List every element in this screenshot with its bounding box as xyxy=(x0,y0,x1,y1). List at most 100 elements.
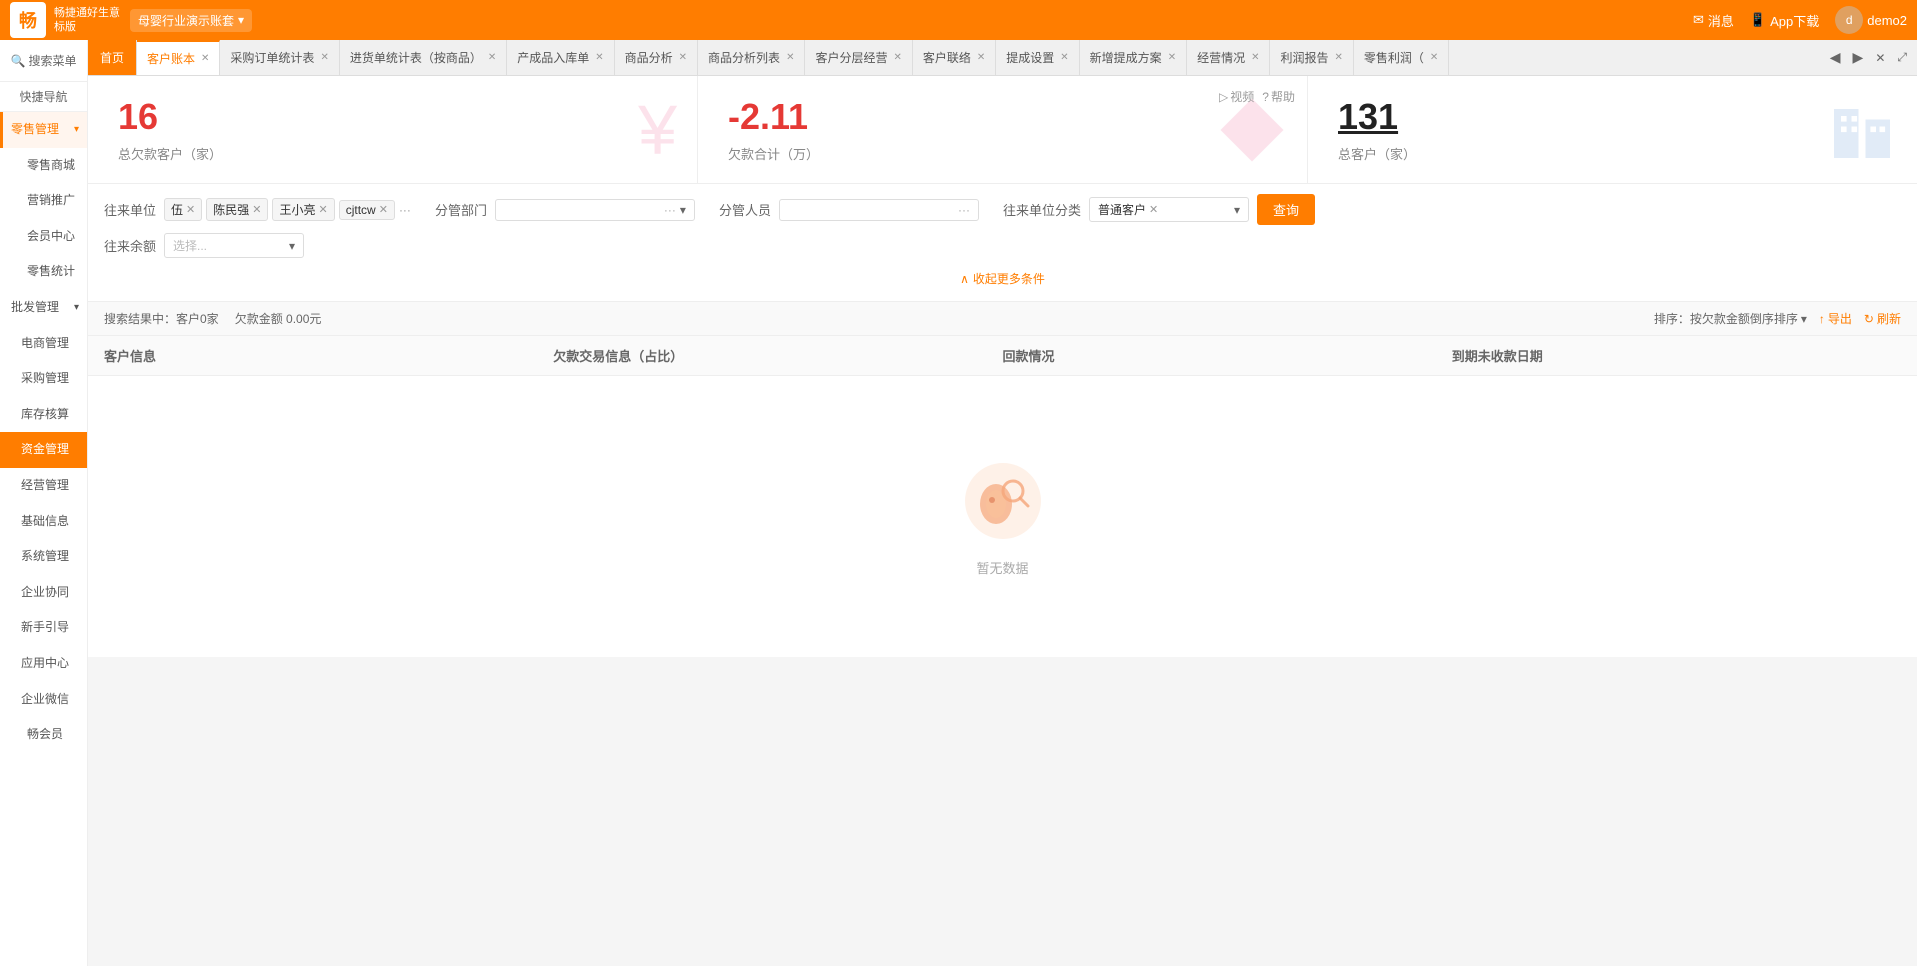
sidebar-item-app-center[interactable]: 应用中心 xyxy=(0,646,87,682)
results-actions: 排序：按欠款金额倒序排序 ▾ ↑ 导出 ↻ 刷新 xyxy=(1654,310,1901,327)
sidebar-item-marketing[interactable]: 营销推广 xyxy=(0,183,87,219)
tab-close-product-analysis[interactable]: ✕ xyxy=(679,52,687,63)
category-filter-select[interactable]: 普通客户 ✕ ▾ xyxy=(1089,197,1249,222)
tab-close-ops-situation[interactable]: ✕ xyxy=(1251,52,1259,63)
tab-close-purchase-stats-by-product[interactable]: ✕ xyxy=(488,52,496,63)
sort-select[interactable]: 排序：按欠款金额倒序排序 ▾ xyxy=(1654,310,1807,327)
tab-product-purchase-entry[interactable]: 产成品入库单 ✕ xyxy=(507,40,614,76)
sidebar-item-ops-mgmt[interactable]: 经营管理 xyxy=(0,468,87,504)
sidebar-item-member-center[interactable]: 会员中心 xyxy=(0,219,87,255)
tab-reminder-settings[interactable]: 提成设置 ✕ xyxy=(996,40,1079,76)
sidebar-item-enterprise-coop[interactable]: 企业协同 xyxy=(0,575,87,611)
search-query-btn[interactable]: 查询 xyxy=(1257,194,1315,225)
tab-close-all-btn[interactable]: ✕ xyxy=(1871,49,1889,67)
sidebar-item-retail-stats[interactable]: 零售统计 xyxy=(0,254,87,290)
sidebar-item-enterprise-wechat[interactable]: 企业微信 xyxy=(0,682,87,718)
th-customer: 客户信息 xyxy=(104,346,553,365)
stat-icon-credit: ¥ xyxy=(638,90,677,170)
dept-more-icon: ··· xyxy=(664,203,676,217)
sidebar-item-ecommerce-mgmt[interactable]: 电商管理 xyxy=(0,326,87,362)
video-link[interactable]: ▷ 视频 xyxy=(1219,88,1254,105)
tab-next-btn[interactable]: ▶ xyxy=(1849,47,1868,68)
tab-arrows: ◀ ▶ ✕ ⤢ xyxy=(1820,47,1917,68)
unit-tag-wang: 王小亮 ✕ xyxy=(272,198,334,221)
chevron-down-icon: ▾ xyxy=(238,13,244,27)
filter-row-1: 往来单位 伍 ✕ 陈民强 ✕ 王小亮 xyxy=(104,194,1901,225)
unit-tags-more[interactable]: ··· xyxy=(399,203,411,217)
tab-profit-report[interactable]: 利润报告 ✕ xyxy=(1270,40,1353,76)
collapse-icon: ∧ xyxy=(960,272,969,286)
content-area: 首页 客户账本 ✕ 采购订单统计表 ✕ 进货单统计表（按商品） ✕ 产成品入库单… xyxy=(88,40,1917,966)
person-filter-label: 分管人员 xyxy=(719,200,771,219)
stat-label-credit-amount: 欠款合计（万） xyxy=(728,144,1277,163)
refresh-btn[interactable]: ↻ 刷新 xyxy=(1864,310,1901,327)
tab-close-customer-segment[interactable]: ✕ xyxy=(893,52,901,63)
tab-customer-capital[interactable]: 客户账本 ✕ xyxy=(137,40,220,76)
sidebar-item-retail-mall[interactable]: 零售商城 xyxy=(0,148,87,184)
message-btn[interactable]: ✉ 消息 xyxy=(1693,11,1734,30)
tab-product-analysis[interactable]: 商品分析 ✕ xyxy=(615,40,698,76)
tab-close-new-reminder-plan[interactable]: ✕ xyxy=(1168,52,1176,63)
stat-icon-diamond xyxy=(1217,95,1287,165)
tab-home[interactable]: 首页 xyxy=(88,40,137,76)
balance-filter-select[interactable]: 选择... ▾ xyxy=(164,233,304,258)
tab-close-profit-report[interactable]: ✕ xyxy=(1335,52,1343,63)
app-download-btn[interactable]: 📱 App下载 xyxy=(1750,11,1819,30)
tab-close-retail-profit[interactable]: ✕ xyxy=(1430,52,1438,63)
sidebar-item-wholesale-mgmt[interactable]: 批发管理 ▾ xyxy=(0,290,87,326)
table-header: 客户信息 欠款交易信息（占比） 回款情况 到期未收款日期 xyxy=(88,336,1917,376)
results-bar: 搜索结果中：客户0家 欠款金额 0.00元 排序：按欠款金额倒序排序 ▾ ↑ 导… xyxy=(88,302,1917,336)
filter-collapse-btn[interactable]: ∧ 收起更多条件 xyxy=(104,266,1901,291)
sidebar-item-inventory[interactable]: 库存核算 xyxy=(0,397,87,433)
sidebar-item-capital-mgmt[interactable]: 资金管理 xyxy=(0,432,87,468)
tab-fullscreen-btn[interactable]: ⤢ xyxy=(1893,48,1911,67)
stat-card-total-customers: 131 总客户（家） xyxy=(1308,76,1917,183)
sidebar-item-basic-info[interactable]: 基础信息 xyxy=(0,504,87,540)
tab-ops-situation[interactable]: 经营情况 ✕ xyxy=(1187,40,1270,76)
tab-product-analysis-list[interactable]: 商品分析列表 ✕ xyxy=(698,40,805,76)
unit-tag-cjttcw-close[interactable]: ✕ xyxy=(379,203,388,216)
tab-purchase-stats-by-product[interactable]: 进货单统计表（按商品） ✕ xyxy=(340,40,507,76)
tab-close-customer-contact[interactable]: ✕ xyxy=(977,52,985,63)
help-link-btn[interactable]: ? 帮助 xyxy=(1262,88,1295,105)
sidebar-item-system-mgmt[interactable]: 系统管理 xyxy=(0,539,87,575)
results-info: 搜索结果中：客户0家 欠款金额 0.00元 xyxy=(104,310,321,327)
tab-close-purchase-order-stats[interactable]: ✕ xyxy=(320,52,328,63)
category-filter-label: 往来单位分类 xyxy=(1003,200,1081,219)
tab-customer-contact[interactable]: 客户联络 ✕ xyxy=(913,40,996,76)
tab-prev-btn[interactable]: ◀ xyxy=(1826,47,1845,68)
search-menu-btn[interactable]: 🔍 搜索菜单 xyxy=(6,48,81,73)
category-tag-close[interactable]: ✕ xyxy=(1149,203,1158,216)
balance-filter-label: 往来余额 xyxy=(104,236,156,255)
person-filter-select[interactable]: ··· xyxy=(779,199,979,221)
sidebar-item-vip-member[interactable]: 畅会员 xyxy=(0,717,87,753)
tab-purchase-order-stats[interactable]: 采购订单统计表 ✕ xyxy=(220,40,339,76)
message-icon: ✉ xyxy=(1693,12,1704,28)
tab-close-customer-capital[interactable]: ✕ xyxy=(201,53,209,64)
refresh-icon: ↻ xyxy=(1864,312,1874,326)
tab-close-reminder-settings[interactable]: ✕ xyxy=(1060,52,1068,63)
tab-close-product-purchase-entry[interactable]: ✕ xyxy=(595,52,603,63)
chevron-down-icon: ▾ xyxy=(680,203,686,217)
sidebar-item-retail-mgmt[interactable]: 零售管理 ▾ xyxy=(0,112,87,148)
sidebar-item-purchase-mgmt[interactable]: 采购管理 xyxy=(0,361,87,397)
store-selector[interactable]: 母婴行业演示账套 ▾ xyxy=(130,9,252,32)
tab-new-reminder-plan[interactable]: 新增提成方案 ✕ xyxy=(1080,40,1187,76)
unit-tag-cjttcw: cjttcw ✕ xyxy=(339,200,395,220)
export-btn[interactable]: ↑ 导出 xyxy=(1819,310,1852,327)
user-menu[interactable]: d demo2 xyxy=(1835,6,1907,34)
sidebar-item-quick-nav[interactable]: 快捷导航 xyxy=(0,82,87,112)
unit-tag-wang-close[interactable]: ✕ xyxy=(319,203,328,216)
tab-close-product-analysis-list[interactable]: ✕ xyxy=(786,52,794,63)
dept-filter-select[interactable]: ··· ▾ xyxy=(495,199,695,221)
sidebar-item-new-guide[interactable]: 新手引导 xyxy=(0,610,87,646)
unit-tag-wu-close[interactable]: ✕ xyxy=(186,203,195,216)
filter-row-2: 往来余额 选择... ▾ xyxy=(104,233,1901,258)
tab-retail-profit[interactable]: 零售利润（ ✕ xyxy=(1354,40,1449,76)
unit-tag-chen-close[interactable]: ✕ xyxy=(252,203,261,216)
main-area: 🔍 搜索菜单 快捷导航 零售管理 ▾ 零售商城 营销推广 会员中心 零售统计 xyxy=(0,40,1917,966)
empty-state: 暂无数据 xyxy=(88,376,1917,657)
tab-customer-segment[interactable]: 客户分层经营 ✕ xyxy=(805,40,912,76)
chevron-down-icon: ▾ xyxy=(1234,203,1240,217)
stat-card-credit-amount: -2.11 欠款合计（万） ▷ 视频 xyxy=(698,76,1308,183)
